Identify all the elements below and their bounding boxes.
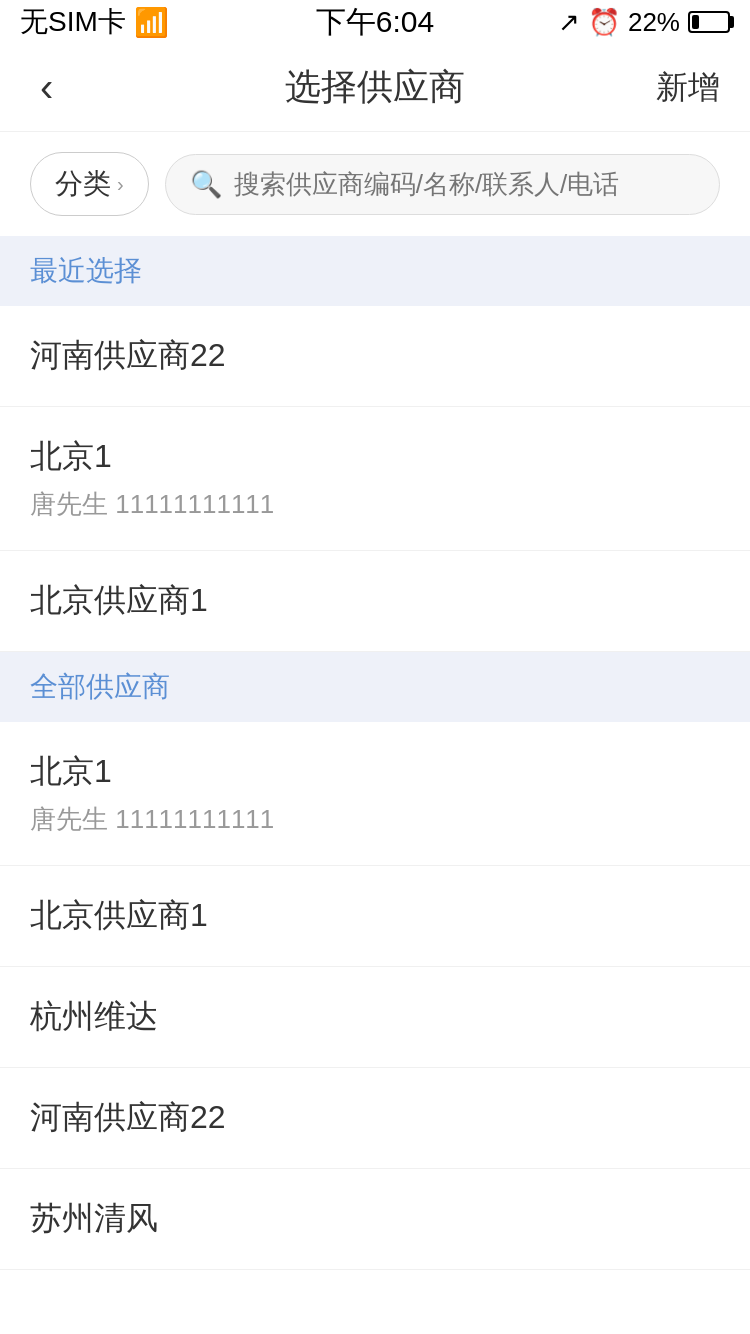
list-item[interactable]: 杭州维达: [0, 967, 750, 1068]
list-item[interactable]: 北京1 唐先生 11111111111: [0, 407, 750, 551]
recent-section-header: 最近选择: [0, 236, 750, 306]
filter-bar: 分类 › 🔍: [0, 132, 750, 236]
list-item[interactable]: 苏州清风: [0, 1169, 750, 1270]
all-section-header: 全部供应商: [0, 652, 750, 722]
status-left: 无SIM卡 📶: [20, 3, 169, 41]
item-name: 河南供应商22: [30, 1096, 720, 1140]
item-name: 北京供应商1: [30, 894, 720, 938]
alarm-icon: ⏰: [588, 7, 620, 38]
category-label: 分类: [55, 165, 111, 203]
item-name: 北京1: [30, 750, 720, 794]
item-name: 河南供应商22: [30, 334, 720, 378]
item-name: 苏州清风: [30, 1197, 720, 1241]
search-bar[interactable]: 🔍: [165, 154, 720, 215]
category-button[interactable]: 分类 ›: [30, 152, 149, 216]
location-icon: ↗: [558, 7, 580, 38]
item-name: 杭州维达: [30, 995, 720, 1039]
item-name: 北京供应商1: [30, 579, 720, 623]
search-icon: 🔍: [190, 169, 222, 200]
item-name: 北京1: [30, 435, 720, 479]
all-section-label: 全部供应商: [30, 671, 170, 702]
list-item[interactable]: 北京1 唐先生 11111111111: [0, 722, 750, 866]
status-time: 下午6:04: [316, 2, 434, 43]
recent-section-label: 最近选择: [30, 255, 142, 286]
status-right: ↗ ⏰ 22%: [558, 7, 730, 38]
battery-icon: [688, 11, 730, 33]
add-button[interactable]: 新增: [656, 66, 720, 110]
wifi-icon: 📶: [134, 6, 169, 39]
battery-fill: [692, 15, 699, 29]
sim-status: 无SIM卡: [20, 3, 126, 41]
all-items-list: 北京1 唐先生 11111111111 北京供应商1 杭州维达河南供应商22 苏州清风: [0, 722, 750, 1270]
battery-percent: 22%: [628, 7, 680, 38]
list-item[interactable]: 河南供应商22: [0, 1068, 750, 1169]
chevron-right-icon: ›: [117, 173, 124, 196]
status-bar: 无SIM卡 📶 下午6:04 ↗ ⏰ 22%: [0, 0, 750, 44]
item-sub: 唐先生 11111111111: [30, 802, 720, 837]
back-button[interactable]: ‹: [30, 55, 63, 120]
list-item[interactable]: 北京供应商1: [0, 866, 750, 967]
search-input[interactable]: [234, 169, 695, 200]
item-sub: 唐先生 11111111111: [30, 487, 720, 522]
list-item[interactable]: 北京供应商1: [0, 551, 750, 652]
nav-bar: ‹ 选择供应商 新增: [0, 44, 750, 132]
list-item[interactable]: 河南供应商22: [0, 306, 750, 407]
recent-items-list: 河南供应商22 北京1 唐先生 11111111111 北京供应商1: [0, 306, 750, 652]
page-title: 选择供应商: [285, 63, 465, 112]
